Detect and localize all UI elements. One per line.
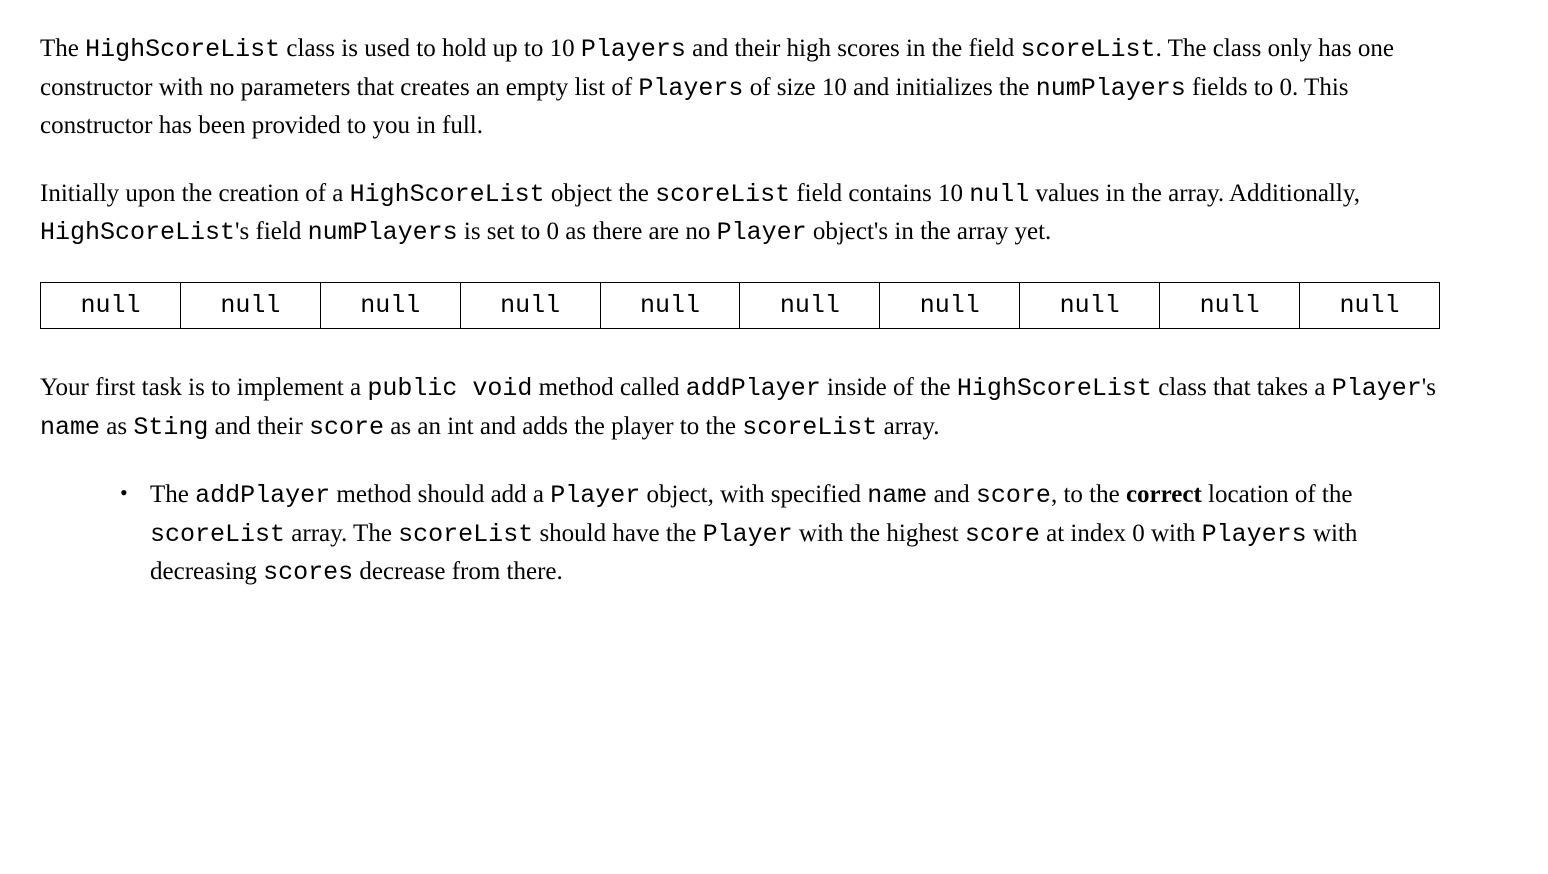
code-numplayers: numPlayers: [1036, 74, 1186, 103]
paragraph-3: Your first task is to implement a public…: [40, 369, 1440, 446]
code-numplayers: numPlayers: [308, 218, 458, 247]
code-players: Players: [638, 74, 743, 103]
list-item: The addPlayer method should add a Player…: [120, 476, 1440, 592]
code-scorelist: scoreList: [1021, 35, 1156, 64]
code-score: score: [976, 481, 1051, 510]
code-highscorelist: HighScoreList: [40, 218, 235, 247]
code-scorelist: scoreList: [398, 520, 533, 549]
null-array-table: null null null null null null null null …: [40, 282, 1440, 330]
code-highscorelist: HighScoreList: [85, 35, 280, 64]
text: values in the array. Additionally,: [1029, 180, 1360, 207]
text: class is used to hold up to 10: [280, 35, 581, 62]
code-player: Player: [703, 520, 793, 549]
text: Initially upon the creation of a: [40, 180, 350, 207]
bullet-list: The addPlayer method should add a Player…: [40, 476, 1440, 592]
text: and their high scores in the field: [686, 35, 1021, 62]
code-sting: Sting: [133, 413, 208, 442]
text: , to the: [1051, 481, 1126, 508]
text: array.: [877, 413, 939, 440]
code-player: Player: [1332, 374, 1422, 403]
document-content: The HighScoreList class is used to hold …: [40, 30, 1440, 592]
array-cell: null: [320, 282, 460, 329]
text: 's field: [235, 218, 308, 245]
array-cell: null: [41, 282, 181, 329]
code-name: name: [40, 413, 100, 442]
text: class that takes a: [1152, 374, 1332, 401]
text: object's in the array yet.: [807, 218, 1052, 245]
array-cell: null: [740, 282, 880, 329]
array-cell: null: [1300, 282, 1440, 329]
code-addplayer: addPlayer: [686, 374, 821, 403]
code-player: Player: [550, 481, 640, 510]
code-scores: scores: [263, 558, 353, 587]
array-cell: null: [1160, 282, 1300, 329]
code-players: Players: [581, 35, 686, 64]
code-name: name: [867, 481, 927, 510]
text: object, with specified: [640, 481, 867, 508]
code-scorelist: scoreList: [655, 180, 790, 209]
code-scorelist: scoreList: [150, 520, 285, 549]
text: and their: [208, 413, 309, 440]
text: method called: [532, 374, 685, 401]
array-cell: null: [880, 282, 1020, 329]
code-null: null: [969, 180, 1029, 209]
code-player: Player: [717, 218, 807, 247]
text: as: [100, 413, 133, 440]
text: object the: [545, 180, 655, 207]
text: decrease from there.: [353, 558, 563, 585]
text: The: [150, 481, 195, 508]
text: is set to 0 as there are no: [458, 218, 717, 245]
table-row: null null null null null null null null …: [41, 282, 1440, 329]
code-scorelist: scoreList: [742, 413, 877, 442]
text: with the highest: [793, 520, 965, 547]
text: should have the: [533, 520, 702, 547]
code-players: Players: [1202, 520, 1307, 549]
text: as an int and adds the player to the: [384, 413, 742, 440]
text: array. The: [285, 520, 398, 547]
bold-correct: correct: [1126, 481, 1202, 508]
paragraph-2: Initially upon the creation of a HighSco…: [40, 175, 1440, 252]
code-score: score: [309, 413, 384, 442]
array-cell: null: [180, 282, 320, 329]
array-cell: null: [460, 282, 600, 329]
text: of size 10 and initializes the: [743, 74, 1035, 101]
code-highscorelist: HighScoreList: [350, 180, 545, 209]
paragraph-1: The HighScoreList class is used to hold …: [40, 30, 1440, 145]
text: at index 0 with: [1040, 520, 1202, 547]
code-score: score: [965, 520, 1040, 549]
text: field contains 10: [790, 180, 969, 207]
text: and: [927, 481, 976, 508]
text: location of the: [1202, 481, 1353, 508]
code-public-void: public void: [367, 374, 532, 403]
text: method should add a: [330, 481, 550, 508]
array-cell: null: [600, 282, 740, 329]
code-addplayer: addPlayer: [195, 481, 330, 510]
text: The: [40, 35, 85, 62]
text: 's: [1422, 374, 1436, 401]
text: inside of the: [821, 374, 957, 401]
text: Your first task is to implement a: [40, 374, 367, 401]
array-cell: null: [1020, 282, 1160, 329]
code-highscorelist: HighScoreList: [957, 374, 1152, 403]
